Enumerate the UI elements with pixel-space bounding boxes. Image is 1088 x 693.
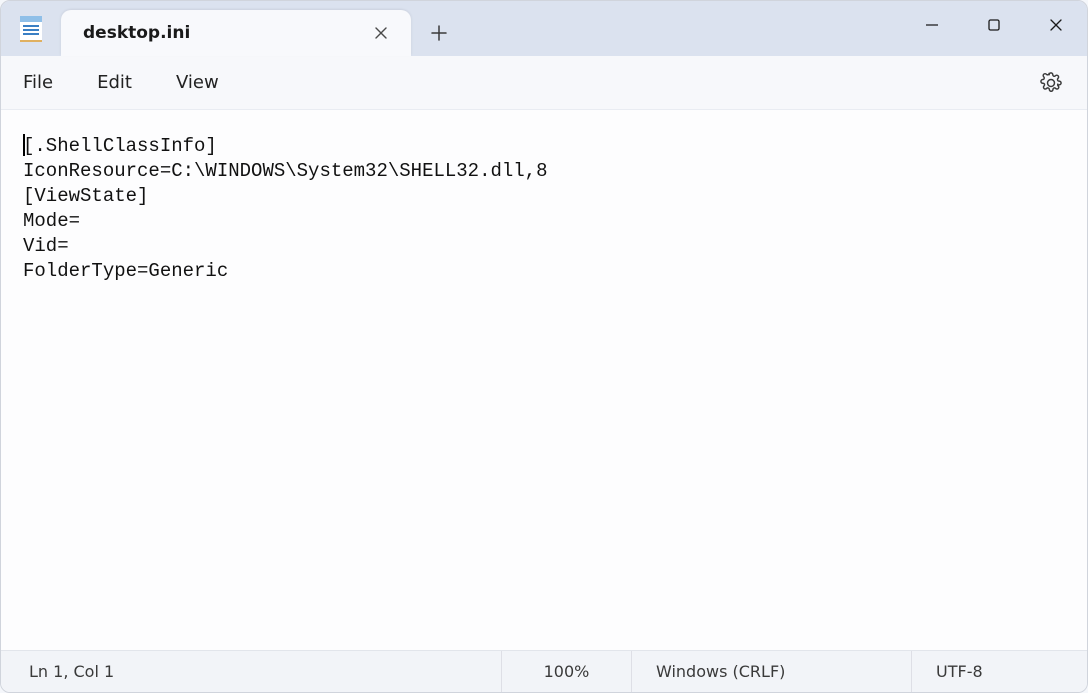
text-editor[interactable]: [.ShellClassInfo] IconResource=C:\WINDOW… — [1, 110, 1087, 650]
status-encoding[interactable]: UTF-8 — [911, 651, 1087, 692]
menu-edit[interactable]: Edit — [75, 64, 154, 101]
close-window-button[interactable] — [1025, 1, 1087, 49]
new-tab-button[interactable] — [417, 10, 461, 56]
minimize-button[interactable] — [901, 1, 963, 49]
menu-file[interactable]: File — [9, 64, 75, 101]
plus-icon — [431, 25, 447, 41]
maximize-button[interactable] — [963, 1, 1025, 49]
close-tab-button[interactable] — [367, 19, 395, 47]
title-bar: desktop.ini — [1, 1, 1087, 56]
close-icon — [1049, 18, 1063, 32]
close-icon — [375, 27, 387, 39]
text-caret — [23, 134, 25, 156]
notepad-icon — [20, 16, 42, 42]
app-icon-container — [1, 1, 61, 56]
status-line-ending[interactable]: Windows (CRLF) — [631, 651, 911, 692]
menu-bar: File Edit View — [1, 56, 1087, 110]
menu-view[interactable]: View — [154, 64, 241, 101]
minimize-icon — [925, 18, 939, 32]
gear-icon — [1040, 72, 1062, 94]
status-zoom[interactable]: 100% — [501, 651, 631, 692]
window-controls — [901, 1, 1087, 49]
status-position[interactable]: Ln 1, Col 1 — [1, 651, 501, 692]
tab-title: desktop.ini — [83, 23, 367, 43]
file-tab[interactable]: desktop.ini — [61, 10, 411, 56]
settings-button[interactable] — [1029, 63, 1073, 103]
maximize-icon — [987, 18, 1001, 32]
notepad-window: desktop.ini — [0, 0, 1088, 693]
status-bar: Ln 1, Col 1 100% Windows (CRLF) UTF-8 — [1, 650, 1087, 692]
